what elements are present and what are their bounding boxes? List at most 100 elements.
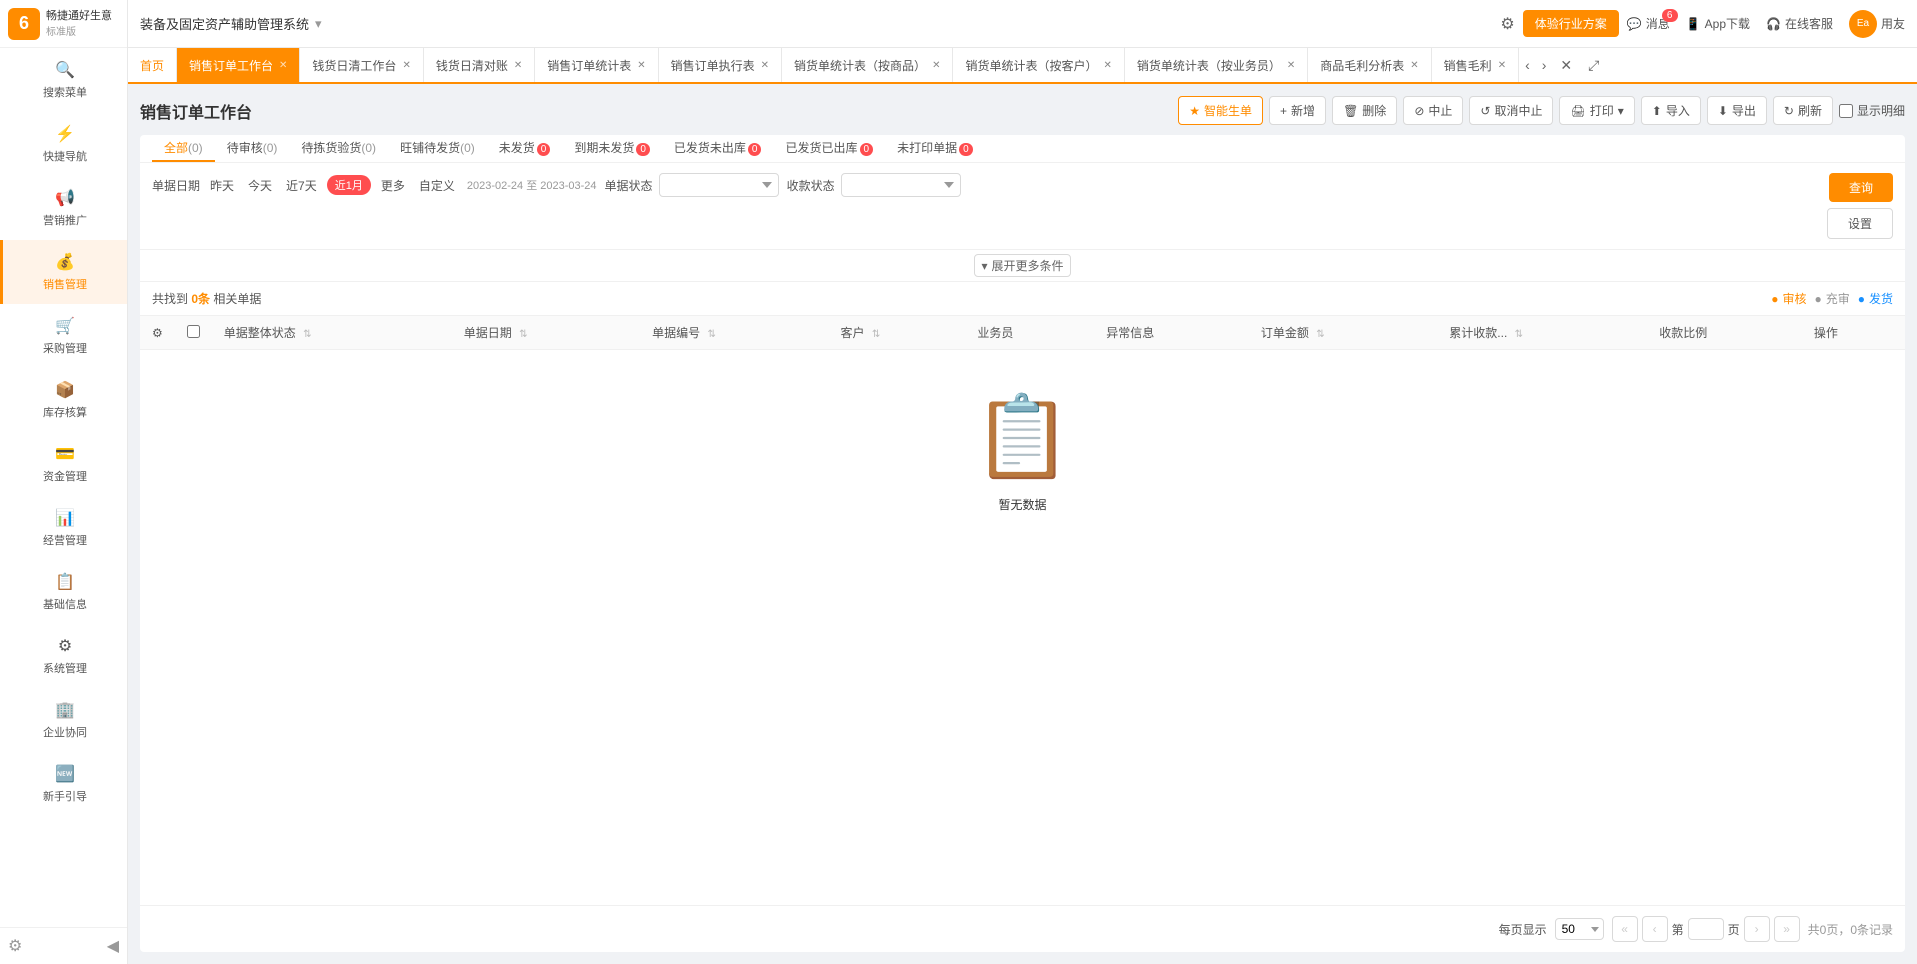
industry-solution-button[interactable]: 体验行业方案 bbox=[1523, 10, 1619, 37]
table-scroll-area[interactable]: ⚙ 单据整体状态 ⇅ 单据日期 ⇅ bbox=[140, 316, 1905, 905]
sort-icon-customer[interactable]: ⇅ bbox=[872, 329, 880, 340]
tab-close-all-btn[interactable]: ✕ bbox=[1552, 57, 1580, 74]
topbar-settings-icon[interactable]: ⚙ bbox=[1500, 14, 1514, 34]
tab-sales-stat-staff-close[interactable]: ✕ bbox=[1287, 60, 1295, 71]
filter-tab-shipped-not-in[interactable]: 已发货未出库0 bbox=[662, 135, 774, 162]
filter-tab-pending-review[interactable]: 待审核(0) bbox=[215, 135, 290, 162]
tab-sales-stat-close[interactable]: ✕ bbox=[637, 60, 645, 71]
tab-nav-prev[interactable]: ‹ bbox=[1519, 57, 1536, 73]
filter-tab-shipped-out[interactable]: 已发货已出库0 bbox=[773, 135, 885, 162]
filter-tab-all[interactable]: 全部(0) bbox=[152, 135, 215, 162]
query-button[interactable]: 查询 bbox=[1829, 173, 1893, 202]
show-detail-checkbox[interactable] bbox=[1839, 104, 1853, 118]
date-option-more[interactable]: 更多 bbox=[377, 175, 409, 196]
sidebar-collapse-btn[interactable]: ◀ bbox=[107, 936, 119, 956]
smart-create-button[interactable]: ★ 智能生单 bbox=[1178, 96, 1263, 125]
sidebar-item-finance[interactable]: 💳 资金管理 bbox=[0, 432, 127, 496]
page-size-select[interactable]: 20 50 100 bbox=[1555, 918, 1604, 940]
filter-tab-overdue[interactable]: 到期未发货0 bbox=[562, 135, 662, 162]
delete-icon: 🗑 bbox=[1343, 104, 1358, 118]
sidebar-item-marketing[interactable]: 📢 营销推广 bbox=[0, 176, 127, 240]
bulk-ship-button[interactable]: ● 发货 bbox=[1858, 290, 1893, 307]
sidebar-item-sales[interactable]: 💰 销售管理 bbox=[0, 240, 127, 304]
print-button[interactable]: 🖨 打印 ▾ bbox=[1559, 96, 1634, 125]
tab-cash-reconcile[interactable]: 钱货日清对账 ✕ bbox=[424, 48, 535, 83]
tab-sales-exec[interactable]: 销售订单执行表 ✕ bbox=[659, 48, 782, 83]
app-download-button[interactable]: 📱 App下载 bbox=[1686, 15, 1750, 32]
tab-margin-analysis-close[interactable]: ✕ bbox=[1410, 60, 1418, 71]
first-page-button[interactable]: « bbox=[1612, 916, 1638, 942]
date-option-yesterday[interactable]: 昨天 bbox=[206, 175, 238, 196]
status-select[interactable] bbox=[659, 173, 779, 197]
date-option-today[interactable]: 今天 bbox=[244, 175, 276, 196]
tab-cash-reconcile-close[interactable]: ✕ bbox=[514, 60, 522, 71]
import-button[interactable]: ⬆ 导入 bbox=[1641, 96, 1701, 125]
column-settings-icon[interactable]: ⚙ bbox=[152, 326, 163, 340]
tab-sales-stat-customer[interactable]: 销货单统计表（按客户） ✕ bbox=[953, 48, 1124, 83]
tab-expand-btn[interactable]: ⤢ bbox=[1580, 57, 1607, 74]
tab-sales-stat-staff[interactable]: 销货单统计表（按业务员） ✕ bbox=[1125, 48, 1308, 83]
sidebar-item-enterprise[interactable]: 🏢 企业协同 bbox=[0, 688, 127, 752]
filter-tab-wangpu[interactable]: 旺铺待发货(0) bbox=[388, 135, 487, 162]
tab-sales-exec-close[interactable]: ✕ bbox=[761, 60, 769, 71]
tab-sales-profit[interactable]: 销售毛利 ✕ bbox=[1432, 48, 1519, 83]
bulk-review-button[interactable]: ● 审核 bbox=[1771, 290, 1806, 307]
date-option-7days[interactable]: 近7天 bbox=[282, 175, 321, 196]
sidebar-item-quick-nav[interactable]: ⚡ 快捷导航 bbox=[0, 112, 127, 176]
tab-sales-workbench-close[interactable]: ✕ bbox=[279, 60, 287, 71]
last-page-button[interactable]: » bbox=[1774, 916, 1800, 942]
filter-tabs-container: 全部(0) 待审核(0) 待拣货验货(0) 旺铺待发货(0) 未发货0 bbox=[140, 135, 1905, 163]
filter-tab-not-printed[interactable]: 未打印单据0 bbox=[885, 135, 985, 162]
payment-select[interactable] bbox=[841, 173, 961, 197]
tab-cash-daily-close[interactable]: ✕ bbox=[402, 60, 410, 71]
prev-page-button[interactable]: ‹ bbox=[1642, 916, 1668, 942]
export-button[interactable]: ⬇ 导出 bbox=[1707, 96, 1767, 125]
user-menu-button[interactable]: Ea 用友 bbox=[1849, 10, 1905, 38]
cancel-pause-button[interactable]: ↺ 取消中止 bbox=[1469, 96, 1553, 125]
sidebar-settings-btn[interactable]: ⚙ bbox=[8, 936, 22, 956]
add-button[interactable]: + 新增 bbox=[1269, 96, 1326, 125]
pause-button[interactable]: ⊘ 中止 bbox=[1403, 96, 1463, 125]
sort-icon-amount[interactable]: ⇅ bbox=[1316, 329, 1324, 340]
select-all-checkbox[interactable] bbox=[187, 325, 200, 338]
tab-margin-analysis[interactable]: 商品毛利分析表 ✕ bbox=[1308, 48, 1431, 83]
date-option-custom[interactable]: 自定义 bbox=[415, 175, 459, 196]
online-support-button[interactable]: 🎧 在线客服 bbox=[1766, 15, 1833, 32]
system-dropdown-icon[interactable]: ▾ bbox=[315, 16, 322, 32]
next-page-button[interactable]: › bbox=[1744, 916, 1770, 942]
tab-home-label: 首页 bbox=[140, 57, 164, 74]
expand-conditions-button[interactable]: ▾ 展开更多条件 bbox=[974, 254, 1070, 277]
tab-sales-stat-product-label: 销货单统计表（按商品） bbox=[794, 57, 926, 74]
sort-icon-collected[interactable]: ⇅ bbox=[1515, 329, 1523, 340]
sidebar-item-basic-info[interactable]: 📋 基础信息 bbox=[0, 560, 127, 624]
tab-sales-profit-close[interactable]: ✕ bbox=[1498, 60, 1506, 71]
tab-cash-daily[interactable]: 钱货日清工作台 ✕ bbox=[300, 48, 423, 83]
tab-sales-stat-customer-close[interactable]: ✕ bbox=[1103, 60, 1111, 71]
tab-sales-stat-product-close[interactable]: ✕ bbox=[932, 60, 940, 71]
filter-tab-pending-inspect[interactable]: 待拣货验货(0) bbox=[289, 135, 388, 162]
date-option-1month[interactable]: 近1月 bbox=[327, 175, 371, 195]
tab-sales-stat[interactable]: 销售订单统计表 ✕ bbox=[535, 48, 658, 83]
bulk-revoke-button[interactable]: ● 充审 bbox=[1814, 290, 1849, 307]
refresh-button[interactable]: ↻ 刷新 bbox=[1773, 96, 1833, 125]
status-filter: 单据状态 bbox=[605, 173, 779, 197]
sidebar-item-search[interactable]: 🔍 搜索菜单 bbox=[0, 48, 127, 112]
tab-nav-next[interactable]: › bbox=[1536, 57, 1553, 73]
sidebar-item-inventory[interactable]: 📦 库存核算 bbox=[0, 368, 127, 432]
sidebar-item-operations[interactable]: 📊 经营管理 bbox=[0, 496, 127, 560]
sidebar-item-purchase[interactable]: 🛒 采购管理 bbox=[0, 304, 127, 368]
filter-settings-button[interactable]: 设置 bbox=[1827, 208, 1893, 239]
sort-icon-doc-date[interactable]: ⇅ bbox=[519, 329, 527, 340]
tab-home[interactable]: 首页 bbox=[128, 48, 177, 83]
page-number-input[interactable]: 1 bbox=[1688, 918, 1724, 940]
message-button[interactable]: 💬 消息 6 bbox=[1627, 15, 1670, 32]
sidebar-item-guide[interactable]: 🆕 新手引导 bbox=[0, 752, 127, 816]
sidebar-item-system[interactable]: ⚙ 系统管理 bbox=[0, 624, 127, 688]
page-actions: ★ 智能生单 + 新增 🗑 删除 ⊘ 中止 ↺ 取消中止 bbox=[1178, 96, 1905, 125]
sort-icon-doc-status[interactable]: ⇅ bbox=[303, 329, 311, 340]
tab-sales-stat-product[interactable]: 销货单统计表（按商品） ✕ bbox=[782, 48, 953, 83]
delete-button[interactable]: 🗑 删除 bbox=[1332, 96, 1397, 125]
tab-sales-workbench[interactable]: 销售订单工作台 ✕ bbox=[177, 48, 300, 83]
sort-icon-doc-number[interactable]: ⇅ bbox=[707, 329, 715, 340]
filter-tab-not-shipped[interactable]: 未发货0 bbox=[487, 135, 563, 162]
